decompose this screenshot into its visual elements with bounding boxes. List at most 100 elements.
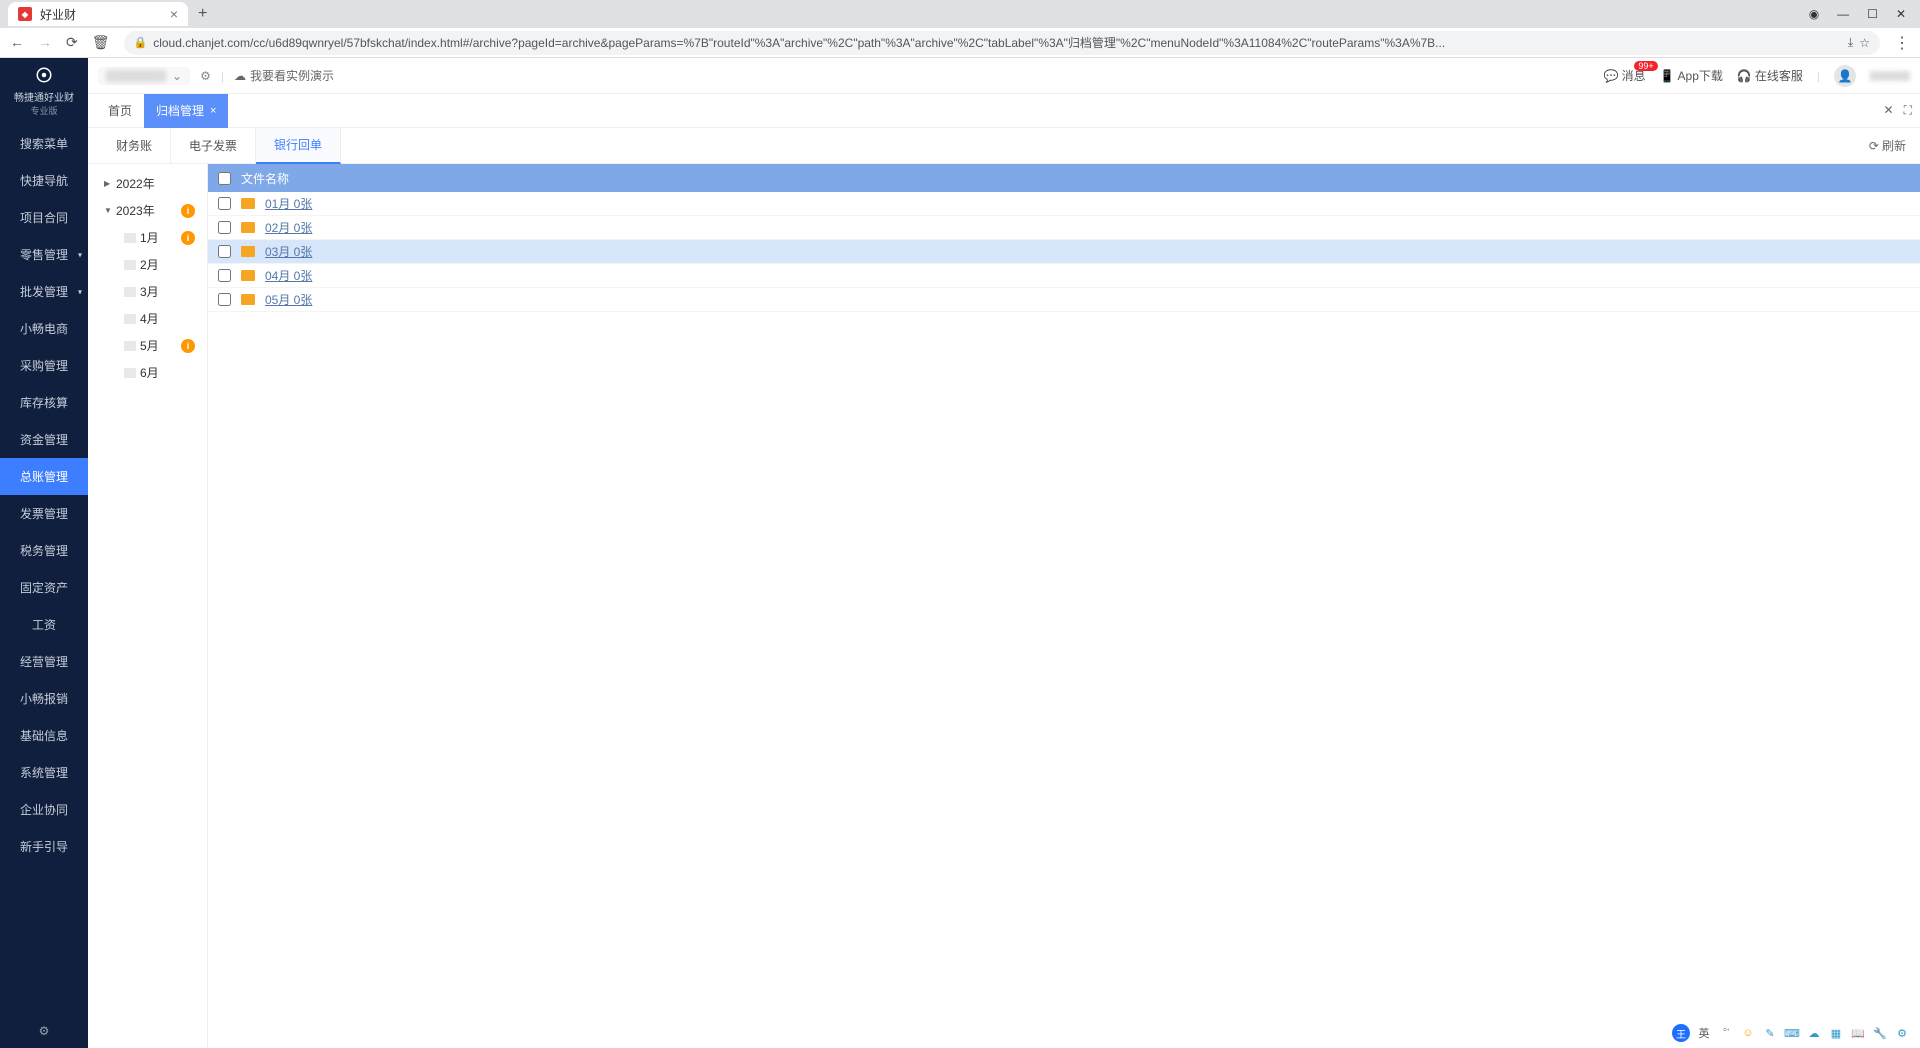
ime-lang-toggle[interactable]: 英 <box>1696 1025 1712 1041</box>
folder-tree: ▶ 2022年 ▼ 2023年 i 1月i2月3月4月5月i6月 <box>88 164 208 1048</box>
avatar[interactable]: 👤 <box>1834 65 1856 87</box>
list-row[interactable]: 02月 0张 <box>208 216 1920 240</box>
tree-month-4[interactable]: 4月 <box>88 305 207 332</box>
row-filename-link[interactable]: 04月 0张 <box>265 267 312 284</box>
sidebar-item-label: 资金管理 <box>20 433 68 447</box>
tree-month-2[interactable]: 2月 <box>88 251 207 278</box>
sidebar-item-11[interactable]: 税务管理 <box>0 532 88 569</box>
close-window-icon[interactable]: ✕ <box>1896 7 1906 21</box>
browser-tab-strip: ◆ 好业财 × + ◉ — ☐ ✕ <box>0 0 1920 28</box>
sidebar-item-5[interactable]: 小畅电商 <box>0 310 88 347</box>
support-button[interactable]: 🎧 在线客服 <box>1737 67 1803 84</box>
demo-link[interactable]: ☁ 我要看实例演示 <box>234 67 334 84</box>
refresh-button[interactable]: ⟳ 刷新 <box>1869 137 1906 154</box>
list-row[interactable]: 05月 0张 <box>208 288 1920 312</box>
ime-panel-icon[interactable]: ▦ <box>1828 1025 1844 1041</box>
row-checkbox[interactable] <box>218 197 231 210</box>
ime-keyboard-icon[interactable]: ⌨ <box>1784 1025 1800 1041</box>
minimize-icon[interactable]: — <box>1837 7 1849 21</box>
tree-month-1[interactable]: 1月i <box>88 224 207 251</box>
fullscreen-icon[interactable]: ⛶ <box>1904 103 1912 118</box>
tree-month-5[interactable]: 5月i <box>88 332 207 359</box>
sidebar-item-4[interactable]: 批发管理▾ <box>0 273 88 310</box>
browser-tab[interactable]: ◆ 好业财 × <box>8 2 188 26</box>
row-filename-link[interactable]: 03月 0张 <box>265 243 312 260</box>
reload-icon[interactable]: ⟳ <box>66 34 78 51</box>
delete-icon[interactable]: 🗑 <box>92 34 110 51</box>
tree-month-label: 1月 <box>140 229 159 246</box>
folder-icon <box>241 294 255 305</box>
row-filename-link[interactable]: 05月 0张 <box>265 291 312 308</box>
sidebar-item-16[interactable]: 基础信息 <box>0 717 88 754</box>
row-filename-link[interactable]: 01月 0张 <box>265 195 312 212</box>
sidebar-item-17[interactable]: 系统管理 <box>0 754 88 791</box>
browser-ext-icon[interactable]: ◉ <box>1809 7 1819 21</box>
inner-tab-einvoice[interactable]: 电子发票 <box>171 128 256 164</box>
company-selector[interactable]: ⌄ <box>98 67 190 85</box>
row-checkbox[interactable] <box>218 293 231 306</box>
tree-year-2023[interactable]: ▼ 2023年 i <box>88 197 207 224</box>
sidebar-item-label: 税务管理 <box>20 544 68 558</box>
back-icon[interactable]: ← <box>10 34 24 51</box>
menu-icon[interactable]: ⋮ <box>1894 33 1910 53</box>
tree-year-2022-label: 2022年 <box>116 175 155 192</box>
row-checkbox[interactable] <box>218 269 231 282</box>
sidebar-item-9[interactable]: 总账管理 <box>0 458 88 495</box>
maximize-icon[interactable]: ☐ <box>1867 7 1878 21</box>
list-row[interactable]: 04月 0张 <box>208 264 1920 288</box>
inner-tab-finance[interactable]: 财务账 <box>98 128 171 164</box>
install-icon[interactable]: ⤓ <box>1848 35 1853 50</box>
ime-punct-icon[interactable]: °' <box>1718 1025 1734 1041</box>
forward-icon[interactable]: → <box>38 34 52 51</box>
app-download-button[interactable]: 📱 App下载 <box>1660 67 1723 84</box>
ime-settings-icon[interactable]: ⚙ <box>1894 1025 1910 1041</box>
messages-button[interactable]: 💬 消息 99+ <box>1604 67 1646 84</box>
row-filename-link[interactable]: 02月 0张 <box>265 219 312 236</box>
new-tab-icon[interactable]: + <box>198 5 207 23</box>
list-row[interactable]: 01月 0张 <box>208 192 1920 216</box>
star-icon[interactable]: ☆ <box>1859 36 1870 50</box>
inner-tab-bank[interactable]: 银行回单 <box>256 128 341 164</box>
sidebar-item-19[interactable]: 新手引导 <box>0 828 88 865</box>
tab-home[interactable]: 首页 <box>96 94 144 128</box>
tree-month-6[interactable]: 6月 <box>88 359 207 386</box>
ime-dict-icon[interactable]: 📖 <box>1850 1025 1866 1041</box>
address-bar[interactable]: 🔒 cloud.chanjet.com/cc/u6d89qwnryel/57bf… <box>124 31 1880 55</box>
sidebar-item-14[interactable]: 经营管理 <box>0 643 88 680</box>
sidebar-item-18[interactable]: 企业协同 <box>0 791 88 828</box>
close-tab-icon[interactable]: × <box>170 6 178 22</box>
tree-year-2022[interactable]: ▶ 2022年 <box>88 170 207 197</box>
sidebar-item-0[interactable]: 搜索菜单 <box>0 125 88 162</box>
app-download-label: App下载 <box>1678 67 1723 84</box>
logo: 畅捷通好业财 专业版 <box>0 58 88 125</box>
sidebar-item-8[interactable]: 资金管理 <box>0 421 88 458</box>
select-all-checkbox[interactable] <box>218 172 231 185</box>
row-checkbox[interactable] <box>218 221 231 234</box>
sidebar-item-12[interactable]: 固定资产 <box>0 569 88 606</box>
gear-icon[interactable]: ⚙ <box>200 69 211 83</box>
ime-mic-icon[interactable]: ✎ <box>1762 1025 1778 1041</box>
file-list: 文件名称 01月 0张02月 0张03月 0张04月 0张05月 0张 <box>208 164 1920 1048</box>
ime-cloud-icon[interactable]: ☁ <box>1806 1025 1822 1041</box>
logo-title: 畅捷通好业财 <box>4 89 84 104</box>
sidebar-item-13[interactable]: 工资 <box>0 606 88 643</box>
sidebar-item-1[interactable]: 快捷导航 <box>0 162 88 199</box>
list-row[interactable]: 03月 0张 <box>208 240 1920 264</box>
tree-year-2023-label: 2023年 <box>116 202 155 219</box>
close-tab-icon[interactable]: × <box>210 105 216 117</box>
sidebar-item-15[interactable]: 小畅报销 <box>0 680 88 717</box>
tab-archive[interactable]: 归档管理 × <box>144 94 228 128</box>
ime-main-icon[interactable]: 王 <box>1672 1024 1690 1042</box>
sidebar-item-2[interactable]: 项目合同 <box>0 199 88 236</box>
ime-tools-icon[interactable]: 🔧 <box>1872 1025 1888 1041</box>
tree-month-3[interactable]: 3月 <box>88 278 207 305</box>
sidebar-item-7[interactable]: 库存核算 <box>0 384 88 421</box>
sidebar-item-6[interactable]: 采购管理 <box>0 347 88 384</box>
sidebar-item-10[interactable]: 发票管理 <box>0 495 88 532</box>
ime-emoji-icon[interactable]: ☺ <box>1740 1025 1756 1041</box>
sidebar-item-3[interactable]: 零售管理▾ <box>0 236 88 273</box>
chevron-down-icon: ▾ <box>78 250 82 259</box>
settings-gear-icon[interactable]: ⚙ <box>0 1014 88 1048</box>
close-all-icon[interactable]: ✕ <box>1884 103 1894 118</box>
row-checkbox[interactable] <box>218 245 231 258</box>
